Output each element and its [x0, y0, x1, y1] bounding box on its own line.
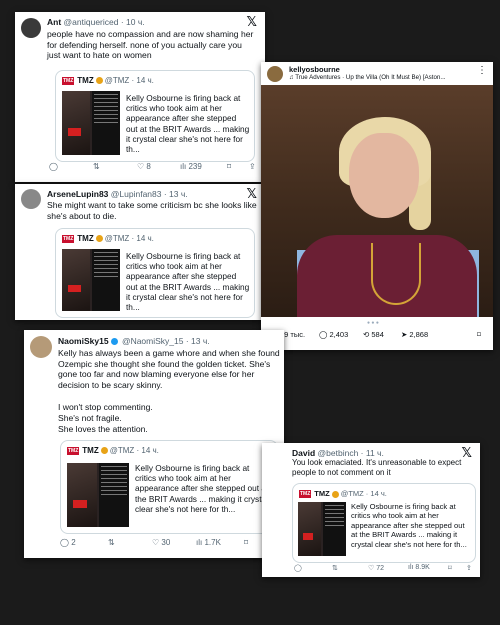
tmz-logo: TMZ	[62, 234, 75, 243]
retweet-icon[interactable]: ⇅	[108, 538, 115, 547]
insta-reposts: 584	[371, 330, 384, 339]
bookmark-icon[interactable]: ⌑	[244, 538, 248, 547]
quote-text: Kelly Osbourne is firing back at critics…	[351, 502, 467, 549]
verified-badge-icon	[331, 490, 339, 498]
tweet-line: I won't stop commenting.	[58, 402, 153, 412]
tweet-text: She might want to take some criticism bc…	[47, 200, 257, 221]
views-icon[interactable]: ılı 1.7K	[196, 538, 221, 547]
tmz-logo: TMZ	[67, 446, 80, 455]
avatar[interactable]	[21, 18, 41, 38]
quoted-tweet[interactable]: TMZ TMZ @TMZ · 14 ч. Kelly Osbourne is fir…	[60, 440, 278, 534]
quote-thumbnail	[62, 249, 120, 311]
x-logo-icon: 𝕏	[246, 15, 257, 30]
like-icon[interactable]: ♡ 30	[152, 538, 170, 547]
repost-icon[interactable]: ⟲ 584	[363, 330, 384, 339]
avatar[interactable]	[30, 336, 52, 358]
author-handle: @NaomiSky_15 · 13 ч.	[121, 336, 210, 346]
bookmark-icon[interactable]: ⌑	[227, 162, 231, 171]
quote-thumbnail	[67, 463, 129, 527]
music-icon: ♫	[289, 74, 294, 81]
like-count: 72	[376, 565, 385, 572]
bookmark-icon[interactable]: ⌑	[448, 564, 452, 572]
views-count: 239	[188, 162, 202, 171]
views-count: 1.7K	[204, 538, 221, 547]
quoted-tweet[interactable]: TMZ TMZ @TMZ · 14 ч. Kelly Osbourne is fir…	[292, 483, 476, 563]
reply-icon[interactable]: ◯	[49, 162, 58, 171]
quote-text: Kelly Osbourne is firing back at critics…	[126, 251, 250, 313]
send-icon[interactable]: ➤ 2,868	[401, 330, 428, 339]
tweet-text: people have no compassion and are now sh…	[47, 29, 254, 60]
tweet-line: She loves the attention.	[58, 424, 148, 434]
quote-author: TMZ	[82, 446, 99, 455]
tweet-card-arsene: 𝕏 ArseneLupin83 @Lupinfan83 · 13 ч. She …	[15, 184, 265, 320]
reply-icon[interactable]: ◯	[294, 564, 302, 572]
quote-handle: @TMZ · 14 ч.	[104, 234, 154, 243]
verified-badge-icon	[95, 77, 103, 85]
reply-icon[interactable]: ◯ 2	[60, 538, 76, 547]
views-count: 8.9K	[415, 564, 430, 571]
tmz-logo: TMZ	[299, 490, 312, 499]
tweet-card-naomi: NaomiSky15 @NaomiSky_15 · 13 ч. Kelly ha…	[24, 330, 284, 558]
verified-badge-icon	[95, 235, 103, 243]
insta-comments: 2,403	[329, 330, 349, 339]
views-icon[interactable]: ılı 8.9K	[408, 564, 430, 571]
quote-thumbnail	[62, 91, 120, 155]
share-icon[interactable]: ⇪	[249, 162, 256, 171]
retweet-icon[interactable]: ⇅	[93, 162, 100, 171]
verified-badge-icon	[110, 338, 118, 346]
quoted-tweet[interactable]: TMZ TMZ @TMZ · 14 ч. Kelly Osbourne is fir…	[55, 228, 255, 318]
share-icon[interactable]: ⇪	[466, 564, 472, 572]
reply-count: 2	[71, 538, 76, 547]
quote-text: Kelly Osbourne is firing back at critics…	[126, 93, 250, 155]
like-icon[interactable]: ♡ 8	[137, 162, 151, 171]
quote-thumbnail	[298, 502, 346, 556]
like-count: 8	[146, 162, 151, 171]
tweet-text: Kelly has always been a game whore and w…	[58, 348, 280, 390]
insta-username[interactable]: kellyosbourne	[289, 65, 340, 74]
like-count: 30	[161, 538, 171, 547]
tweet-line: She's not fragile.	[58, 413, 122, 423]
tweet-card-david: 𝕏 David @betbinch · 11 ч. You look emaci…	[262, 443, 480, 577]
views-icon[interactable]: ılı 239	[180, 162, 202, 171]
comment-icon[interactable]: ◯ 2,403	[319, 330, 348, 339]
quote-handle: @TMZ · 14 ч.	[340, 489, 387, 498]
carousel-dots[interactable]: ● ● ●	[367, 320, 379, 326]
quote-handle: @TMZ · 14 ч.	[104, 76, 154, 85]
author-name[interactable]: ArseneLupin83	[47, 189, 108, 199]
instagram-post: kellyosbourne ♫ True Adventures · Up the…	[261, 62, 493, 350]
author-name[interactable]: Ant	[47, 17, 61, 27]
insta-music[interactable]: True Adventures · Up the Villa (Oh It Mu…	[295, 74, 445, 81]
quote-author: TMZ	[77, 76, 94, 85]
quoted-tweet[interactable]: TMZ TMZ @TMZ · 14 ч. Kelly Osbourne is fir…	[55, 70, 255, 162]
avatar[interactable]	[267, 66, 283, 82]
tweet-text: You look emaciated. It's unreasonable to…	[292, 458, 462, 477]
author-handle: @betbinch · 11 ч.	[317, 448, 384, 458]
quote-handle: @TMZ · 14 ч.	[109, 446, 159, 455]
bookmark-icon[interactable]: ⌑	[477, 330, 481, 339]
verified-badge-icon	[100, 447, 108, 455]
tmz-logo: TMZ	[62, 76, 75, 85]
like-icon[interactable]: ♡ 72	[368, 564, 384, 572]
author-name[interactable]: NaomiSky15	[58, 336, 109, 346]
quote-author: TMZ	[77, 234, 94, 243]
tweet-card-ant: 𝕏 Ant @antiquericed · 10 ч. people have …	[15, 12, 265, 182]
quote-author: TMZ	[314, 489, 330, 498]
avatar[interactable]	[21, 189, 41, 209]
author-handle: @Lupinfan83 · 13 ч.	[110, 189, 188, 199]
post-photo[interactable]	[261, 85, 493, 317]
author-handle: @antiquericed · 10 ч.	[63, 17, 145, 27]
insta-shares: 2,868	[409, 330, 429, 339]
retweet-icon[interactable]: ⇅	[332, 564, 338, 572]
quote-text: Kelly Osbourne is firing back at critics…	[135, 463, 269, 514]
author-name[interactable]: David	[292, 448, 315, 458]
more-icon[interactable]: ⋮	[477, 65, 487, 76]
